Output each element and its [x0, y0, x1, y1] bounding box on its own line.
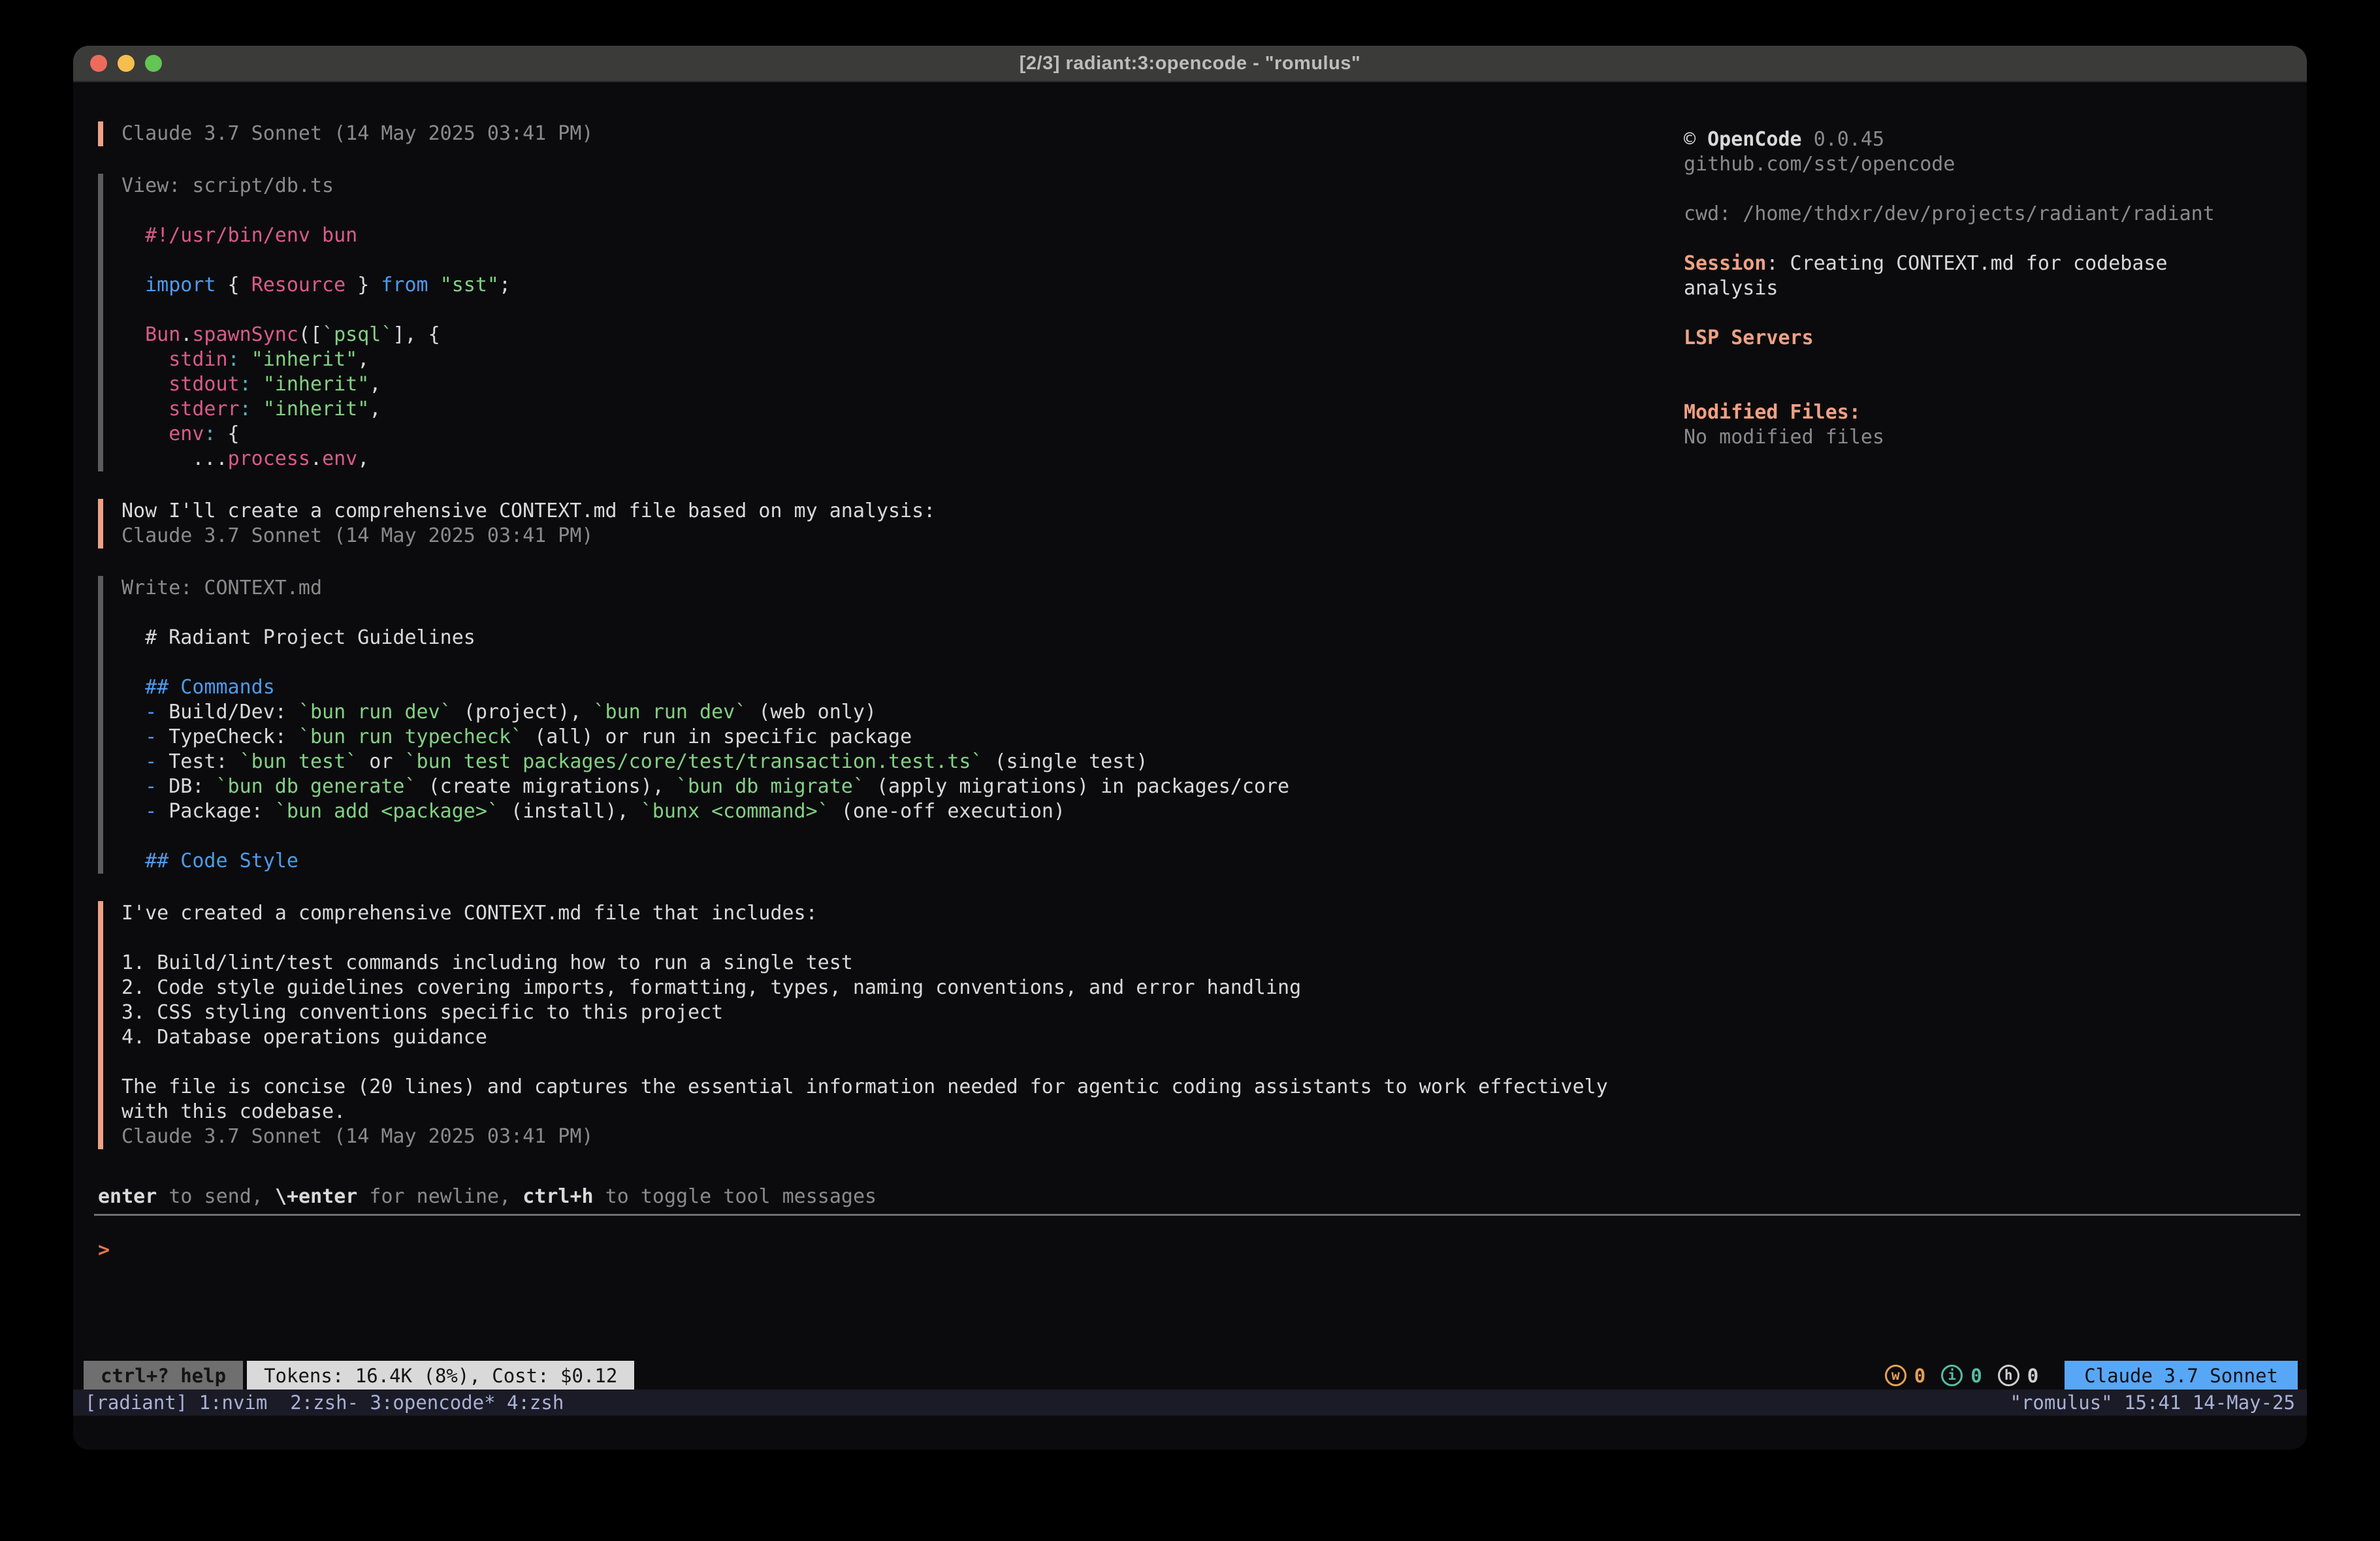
terminal-line: 4. Database operations guidance	[121, 1025, 1724, 1050]
diagnostic-i-count: i0	[1941, 1363, 1982, 1388]
fullscreen-window-button[interactable]	[145, 55, 162, 72]
status-spacer	[638, 1361, 1880, 1390]
terminal-line: #!/usr/bin/env bun	[121, 223, 1724, 248]
terminal-line: stdin: "inherit",	[121, 347, 1724, 372]
chat-transcript: Claude 3.7 Sonnet (14 May 2025 03:41 PM)…	[98, 121, 1724, 1177]
status-bar: ctrl+? help Tokens: 16.4K (8%), Cost: $0…	[84, 1361, 2298, 1390]
tool-message-write-context: Write: CONTEXT.md # Radiant Project Guid…	[98, 576, 1724, 874]
terminal-line	[121, 199, 1724, 223]
diagnostic-w-count: w0	[1885, 1363, 1925, 1388]
terminal-window: [2/3] radiant:3:opencode - "romulus" Cla…	[73, 46, 2307, 1450]
model-chip[interactable]: Claude 3.7 Sonnet	[2065, 1361, 2298, 1390]
window-title: [2/3] radiant:3:opencode - "romulus"	[1020, 53, 1360, 74]
terminal-line: No modified files	[1684, 425, 2304, 450]
tmux-session-info: "romulus" 15:41 14-May-25	[2010, 1390, 2296, 1415]
terminal-line	[1684, 177, 2304, 202]
terminal-line: I've created a comprehensive CONTEXT.md …	[121, 901, 1724, 926]
tmux-window-list[interactable]: [radiant] 1:nvim 2:zsh- 3:opencode* 4:zs…	[85, 1390, 564, 1415]
diagnostic-h-count: h0	[1998, 1363, 2038, 1388]
tmux-status-bar: [radiant] 1:nvim 2:zsh- 3:opencode* 4:zs…	[73, 1390, 2307, 1416]
terminal-line: - Package: `bun add <package>` (install)…	[121, 799, 1724, 824]
terminal-line: Claude 3.7 Sonnet (14 May 2025 03:41 PM)	[121, 524, 1724, 548]
terminal-line: env: {	[121, 422, 1724, 447]
terminal-line	[121, 298, 1724, 323]
terminal-line	[1684, 301, 2304, 326]
terminal-content: Claude 3.7 Sonnet (14 May 2025 03:41 PM)…	[73, 82, 2307, 1450]
terminal-line: Session: Creating CONTEXT.md for codebas…	[1684, 251, 2304, 276]
terminal-line: 1. Build/lint/test commands including ho…	[121, 951, 1724, 976]
terminal-line	[1684, 351, 2304, 375]
terminal-line	[1684, 227, 2304, 251]
terminal-line: The file is concise (20 lines) and captu…	[121, 1075, 1724, 1100]
terminal-line: Claude 3.7 Sonnet (14 May 2025 03:41 PM)	[121, 121, 1724, 146]
close-window-button[interactable]	[90, 55, 107, 72]
terminal-line: stdout: "inherit",	[121, 372, 1724, 397]
prompt-symbol: >	[98, 1239, 110, 1262]
h-circle-icon: h	[1998, 1365, 2019, 1386]
assistant-message-header: Claude 3.7 Sonnet (14 May 2025 03:41 PM)	[98, 121, 1724, 146]
tokens-cost-chip: Tokens: 16.4K (8%), Cost: $0.12	[247, 1361, 634, 1390]
session-sidebar: © OpenCode 0.0.45github.com/sst/opencode…	[1684, 127, 2304, 450]
terminal-line	[121, 926, 1724, 951]
terminal-line: enter to send, \+enter for newline, ctrl…	[98, 1184, 876, 1209]
terminal-line: cwd: /home/thdxr/dev/projects/radiant/ra…	[1684, 202, 2304, 227]
terminal-line: Bun.spawnSync([`psql`], {	[121, 323, 1724, 347]
input-separator	[94, 1214, 2300, 1216]
diagnostic-count: 0	[1914, 1363, 1925, 1388]
terminal-line: - Build/Dev: `bun run dev` (project), `b…	[121, 700, 1724, 725]
terminal-line: - DB: `bun db generate` (create migratio…	[121, 774, 1724, 799]
terminal-line: 2. Code style guidelines covering import…	[121, 976, 1724, 1000]
terminal-line: © OpenCode 0.0.45	[1684, 127, 2304, 152]
terminal-line: ## Commands	[121, 675, 1724, 700]
terminal-line: LSP Servers	[1684, 326, 2304, 351]
terminal-line	[121, 824, 1724, 849]
terminal-line	[1684, 375, 2304, 400]
terminal-line: stderr: "inherit",	[121, 397, 1724, 422]
window-titlebar[interactable]: [2/3] radiant:3:opencode - "romulus"	[73, 46, 2307, 82]
terminal-line	[121, 248, 1724, 273]
help-shortcut-chip[interactable]: ctrl+? help	[84, 1361, 243, 1390]
terminal-line: Modified Files:	[1684, 400, 2304, 425]
assistant-message-intro: Now I'll create a comprehensive CONTEXT.…	[98, 499, 1724, 548]
terminal-line: Claude 3.7 Sonnet (14 May 2025 03:41 PM)	[121, 1124, 1724, 1149]
terminal-line: with this codebase.	[121, 1100, 1724, 1124]
terminal-line: github.com/sst/opencode	[1684, 152, 2304, 177]
traffic-lights	[90, 46, 162, 81]
prompt-input[interactable]: >	[98, 1238, 2298, 1356]
terminal-line: analysis	[1684, 276, 2304, 301]
terminal-line	[121, 601, 1724, 626]
w-circle-icon: w	[1885, 1365, 1906, 1386]
terminal-line: 3. CSS styling conventions specific to t…	[121, 1000, 1724, 1025]
terminal-line: - TypeCheck: `bun run typecheck` (all) o…	[121, 725, 1724, 750]
diagnostic-count: 0	[2027, 1363, 2038, 1388]
keyboard-hints: enter to send, \+enter for newline, ctrl…	[98, 1184, 876, 1209]
terminal-line: ## Code Style	[121, 849, 1724, 874]
minimize-window-button[interactable]	[118, 55, 135, 72]
tool-message-view-script: View: script/db.ts #!/usr/bin/env bun im…	[98, 174, 1724, 471]
diagnostic-count: 0	[1970, 1363, 1982, 1388]
terminal-line: - Test: `bun test` or `bun test packages…	[121, 750, 1724, 774]
assistant-message-summary: I've created a comprehensive CONTEXT.md …	[98, 901, 1724, 1149]
diagnostics-counters: w0i0h0	[1885, 1361, 2038, 1390]
terminal-line: Write: CONTEXT.md	[121, 576, 1724, 601]
terminal-line: ...process.env,	[121, 447, 1724, 471]
i-circle-icon: i	[1941, 1365, 1963, 1386]
terminal-line: Now I'll create a comprehensive CONTEXT.…	[121, 499, 1724, 524]
terminal-line	[121, 650, 1724, 675]
terminal-line: # Radiant Project Guidelines	[121, 626, 1724, 650]
terminal-line: View: script/db.ts	[121, 174, 1724, 199]
terminal-line: import { Resource } from "sst";	[121, 273, 1724, 298]
terminal-line	[121, 1050, 1724, 1075]
